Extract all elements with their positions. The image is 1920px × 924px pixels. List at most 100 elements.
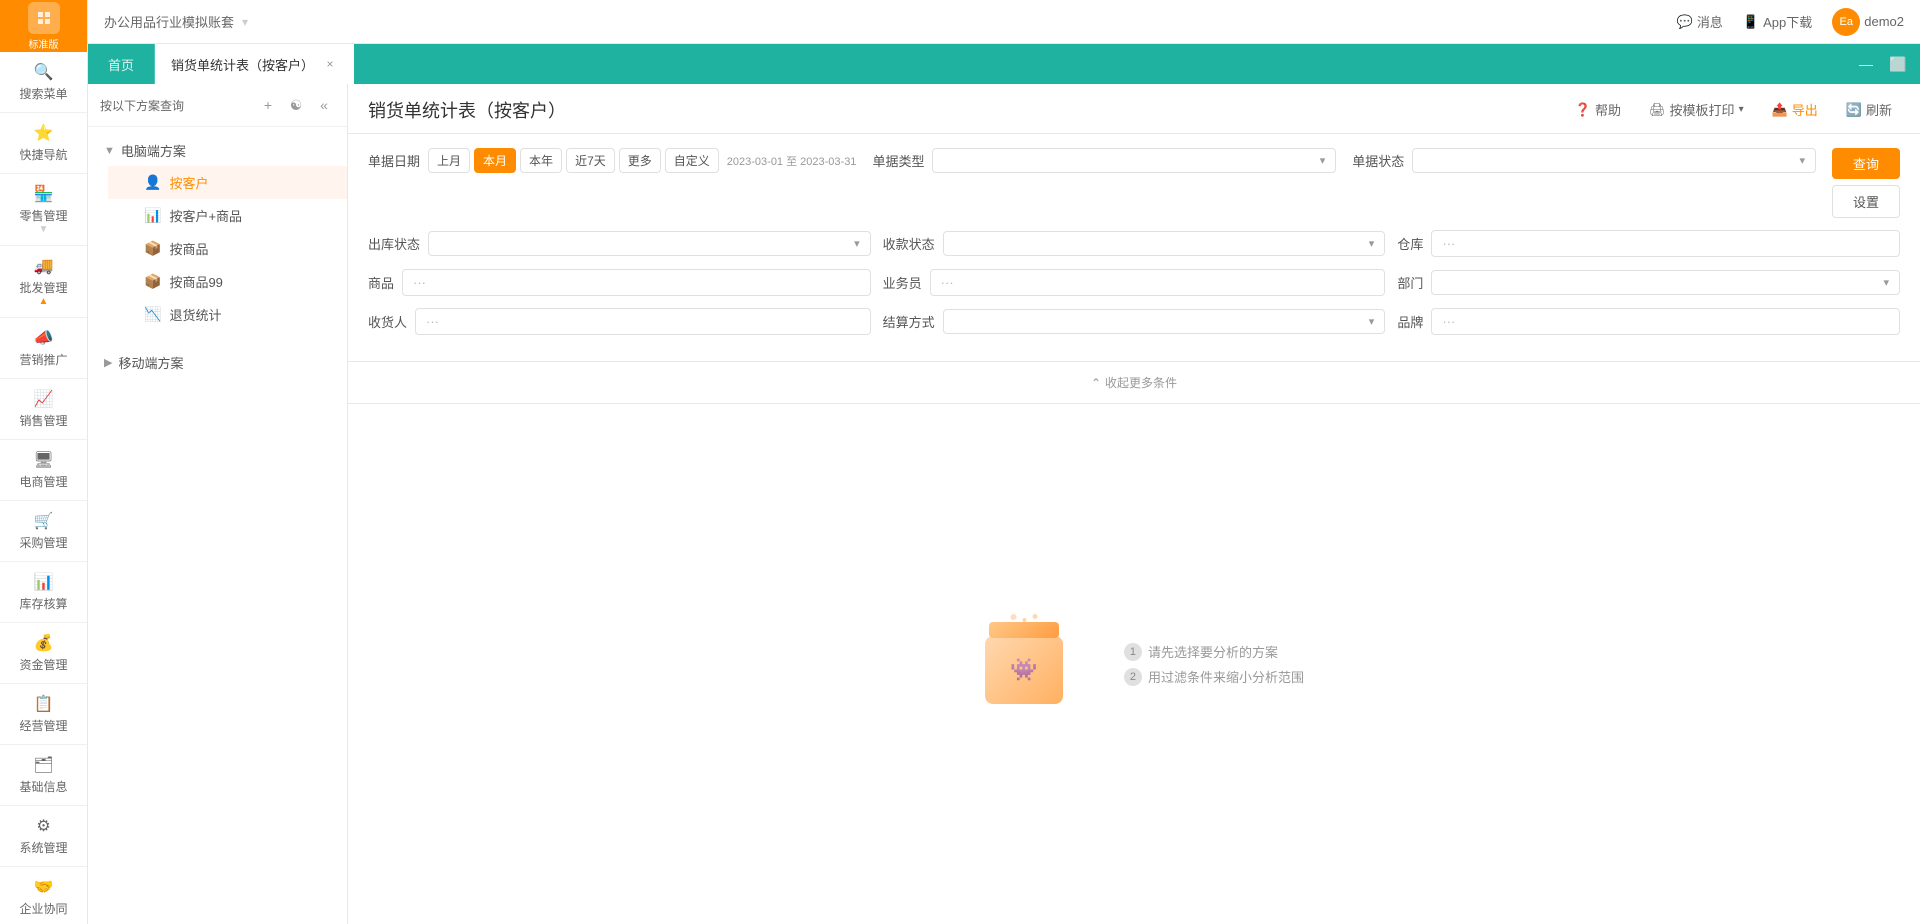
receive-status-select[interactable]: ▾ [943, 231, 1386, 256]
print-icon: 🖨 [1649, 102, 1666, 118]
sidebar-item-system[interactable]: ⚙ 系统管理 [0, 806, 87, 867]
retail-icon: 🏪 [34, 184, 54, 204]
tree-group-mobile[interactable]: ▶ 移动端方案 [88, 347, 347, 378]
department-select[interactable]: ▾ [1431, 270, 1900, 295]
add-scheme-btn[interactable]: + [257, 94, 279, 116]
collapse-panel-btn[interactable]: « [313, 94, 335, 116]
refresh-icon: 🔄 [1846, 102, 1862, 118]
chevron-down-icon: ▼ [104, 145, 115, 157]
collapse-btn[interactable]: ⌃ 收起更多条件 [1075, 370, 1193, 395]
doc-type-select[interactable]: ▾ [932, 148, 1336, 173]
receiver-input[interactable]: ··· [415, 308, 871, 335]
tree-section-desktop: ▼ 电脑端方案 👤 按客户 📊 按客户+商品 📦 按商品 [88, 127, 347, 339]
user-profile[interactable]: Ea demo2 [1832, 8, 1904, 36]
tree-item-by-product[interactable]: 📦 按商品 [108, 232, 347, 265]
payment-label: 结算方式 [883, 312, 935, 331]
sidebar-item-finance[interactable]: 💰 资金管理 [0, 623, 87, 684]
warehouse-input[interactable]: ··· [1431, 230, 1900, 257]
tree-item-return-stats[interactable]: 📉 退货统计 [108, 298, 347, 331]
empty-state: 👾 1 请先选择要分析的方案 2 用过滤条件来缩小分析范围 [348, 404, 1920, 924]
return-icon: 📉 [144, 306, 161, 323]
date-btn-this-year[interactable]: 本年 [520, 148, 562, 173]
sidebar-item-purchase[interactable]: 🛒 采购管理 [0, 501, 87, 562]
date-btn-custom[interactable]: 自定义 [665, 148, 719, 173]
tree-item-by-customer[interactable]: 👤 按客户 [108, 166, 347, 199]
brand-input[interactable]: ··· [1431, 308, 1900, 335]
date-label: 单据日期 [368, 151, 420, 170]
sidebar-item-search[interactable]: 🔍 搜索菜单 [0, 52, 87, 113]
tab-active-sales-stats[interactable]: 销货单统计表（按客户） × [155, 44, 354, 84]
settings-scheme-btn[interactable]: ☯ [285, 94, 307, 116]
sidebar-item-sales[interactable]: 📈 销售管理 [0, 379, 87, 440]
department-label: 部门 [1397, 273, 1423, 292]
date-buttons: 上月 本月 本年 近7天 更多 自定义 [428, 148, 719, 173]
help-btn[interactable]: ❓ 帮助 [1567, 96, 1629, 123]
right-content: 销货单统计表（按客户） ❓ 帮助 🖨 按模板打印 ▾ 📤 导出 [348, 84, 1920, 924]
chevron-right-icon: ▶ [104, 356, 112, 369]
sidebar-item-inventory[interactable]: 📊 库存核算 [0, 562, 87, 623]
date-btn-last7[interactable]: 近7天 [566, 148, 615, 173]
sidebar-item-cooperation[interactable]: 🤝 企业协同 [0, 867, 87, 924]
sidebar-item-marketing[interactable]: 📣 营销推广 [0, 318, 87, 379]
receive-status-label: 收款状态 [883, 234, 935, 253]
top-header: 办公用品行业模拟账套 ▾ 💬 消息 📱 App下载 Ea demo2 [88, 0, 1920, 44]
left-panel: 按以下方案查询 + ☯ « ▼ 电脑端方案 [88, 84, 348, 924]
purchase-icon: 🛒 [34, 511, 54, 531]
wholesale-icon: 🚚 [34, 256, 54, 276]
logo-icon [28, 2, 60, 34]
empty-illustration: 👾 [964, 614, 1084, 714]
empty-hint-2: 2 用过滤条件来缩小分析范围 [1124, 667, 1304, 686]
content-area: 按以下方案查询 + ☯ « ▼ 电脑端方案 [88, 84, 1920, 924]
tab-maximize-btn[interactable]: ⬜ [1884, 50, 1912, 78]
sales-icon: 📈 [34, 389, 54, 409]
app-logo: 标准版 [0, 0, 88, 52]
date-btn-this-month[interactable]: 本月 [474, 148, 516, 173]
export-icon: 📤 [1772, 102, 1788, 118]
tree-group-desktop[interactable]: ▼ 电脑端方案 [88, 135, 347, 166]
tab-home[interactable]: 首页 [88, 44, 155, 84]
sidebar-item-ecom[interactable]: 🖥 电商管理 [0, 440, 87, 501]
sidebar-item-retail[interactable]: 🏪 零售管理 ▼ [0, 174, 87, 246]
doc-type-label: 单据类型 [872, 151, 924, 170]
breadcrumb: 办公用品行业模拟账套 [104, 12, 234, 31]
message-btn[interactable]: 💬 消息 [1677, 12, 1723, 31]
sidebar-item-wholesale[interactable]: 🚚 批发管理 ▲ [0, 246, 87, 318]
tree-item-by-product-99[interactable]: 📦 按商品99 [108, 265, 347, 298]
empty-hint-1: 1 请先选择要分析的方案 [1124, 642, 1278, 661]
doc-status-arrow-icon: ▾ [1799, 154, 1805, 167]
date-btn-last-month[interactable]: 上月 [428, 148, 470, 173]
out-status-arrow-icon: ▾ [854, 237, 860, 250]
tab-bar: 首页 销货单统计表（按客户） × — ⬜ [88, 44, 1920, 84]
print-arrow-icon: ▾ [1739, 104, 1744, 115]
settings-btn[interactable]: 设置 [1832, 185, 1900, 218]
out-status-select[interactable]: ▾ [428, 231, 871, 256]
main-area: 办公用品行业模拟账套 ▾ 💬 消息 📱 App下载 Ea demo2 首页 [88, 0, 1920, 924]
app-download-btn[interactable]: 📱 App下载 [1743, 12, 1812, 31]
doc-status-select[interactable]: ▾ [1412, 148, 1816, 173]
app-subtitle: 标准版 [29, 36, 59, 51]
salesperson-input[interactable]: ··· [930, 269, 1386, 296]
sidebar-item-operations[interactable]: 📋 经营管理 [0, 684, 87, 745]
payment-select[interactable]: ▾ [943, 309, 1386, 334]
export-btn[interactable]: 📤 导出 [1764, 96, 1826, 123]
help-icon: ❓ [1575, 102, 1591, 118]
query-btn[interactable]: 查询 [1832, 148, 1900, 179]
sidebar-item-basic[interactable]: 🗂 基础信息 [0, 745, 87, 806]
tab-close-btn[interactable]: × [322, 56, 338, 72]
tree-sub-desktop: 👤 按客户 📊 按客户+商品 📦 按商品 📦 按商品99 [88, 166, 347, 331]
department-arrow-icon: ▾ [1883, 276, 1889, 289]
refresh-btn[interactable]: 🔄 刷新 [1838, 96, 1900, 123]
left-panel-header: 按以下方案查询 + ☯ « [88, 84, 347, 127]
date-btn-more[interactable]: 更多 [619, 148, 661, 173]
payment-arrow-icon: ▾ [1369, 315, 1375, 328]
product-input[interactable]: ··· [402, 269, 871, 296]
page-title: 销货单统计表（按客户） [368, 97, 566, 123]
doc-status-label: 单据状态 [1352, 151, 1404, 170]
ecom-icon: 🖥 [33, 450, 53, 470]
tab-minimize-btn[interactable]: — [1852, 50, 1880, 78]
brand-label: 品牌 [1397, 312, 1423, 331]
print-btn[interactable]: 🖨 按模板打印 ▾ [1641, 96, 1752, 123]
sidebar-item-quicknav[interactable]: ⭐ 快捷导航 [0, 113, 87, 174]
tree-item-by-customer-product[interactable]: 📊 按客户+商品 [108, 199, 347, 232]
doc-type-arrow-icon: ▾ [1320, 154, 1326, 167]
